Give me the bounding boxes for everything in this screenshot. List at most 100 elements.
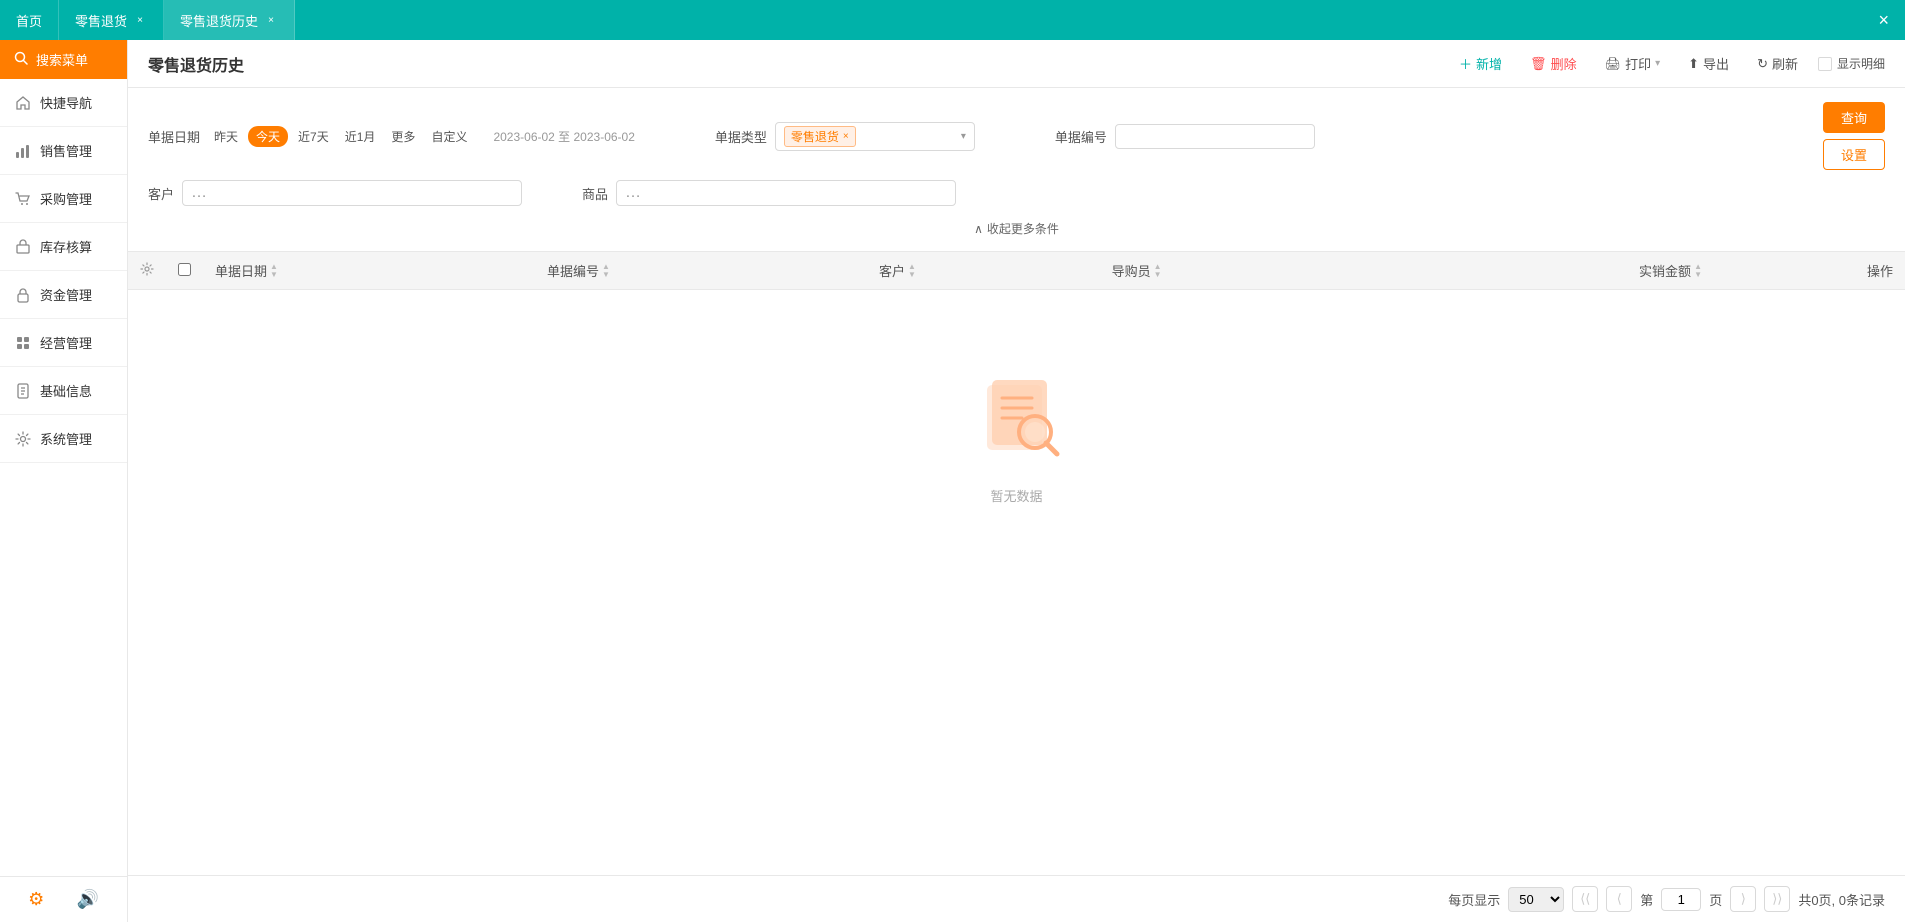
- page-size-select[interactable]: 50 10 20 100: [1508, 887, 1564, 912]
- tab-home[interactable]: 首页: [0, 0, 59, 40]
- customer-select[interactable]: …: [182, 180, 522, 206]
- sidebar: 搜索菜单 快捷导航 销售管理: [0, 40, 128, 922]
- date-btn-more[interactable]: 更多: [385, 126, 421, 147]
- number-input[interactable]: [1115, 124, 1315, 149]
- sidebar-item-finance-label: 资金管理: [40, 285, 92, 304]
- page-number-input[interactable]: [1661, 888, 1701, 911]
- tab-retail-return-history-close[interactable]: ×: [264, 13, 278, 27]
- date-buttons: 昨天 今天 近7天 近1月 更多 自定义: [208, 126, 473, 147]
- sidebar-search[interactable]: 搜索菜单: [0, 40, 127, 79]
- number-label: 单据编号: [1055, 127, 1107, 146]
- date-btn-yesterday[interactable]: 昨天: [208, 126, 244, 147]
- tab-retail-return[interactable]: 零售退货 ×: [59, 0, 164, 40]
- sidebar-item-quick-nav[interactable]: 快捷导航: [0, 79, 127, 127]
- th-number[interactable]: 单据编号 ▲▼: [535, 252, 867, 290]
- refresh-button[interactable]: ↻ 刷新: [1749, 50, 1806, 77]
- empty-text: 暂无数据: [990, 486, 1042, 505]
- type-tag: 零售退货 ×: [784, 126, 856, 147]
- tab-list: 首页 零售退货 × 零售退货历史 ×: [0, 0, 1862, 40]
- search-icon: [14, 51, 28, 68]
- sidebar-item-system[interactable]: 系统管理: [0, 415, 127, 463]
- sort-guide[interactable]: 导购员 ▲▼: [1112, 261, 1162, 280]
- sidebar-item-inventory[interactable]: 库存核算: [0, 223, 127, 271]
- tab-retail-return-label: 零售退货: [75, 11, 127, 30]
- th-customer[interactable]: 客户 ▲▼: [867, 252, 1100, 290]
- collapse-icon: ∧: [974, 222, 983, 236]
- select-all-checkbox[interactable]: [178, 263, 191, 276]
- sidebar-item-sales[interactable]: 销售管理: [0, 127, 127, 175]
- date-btn-7days[interactable]: 近7天: [292, 126, 335, 147]
- goods-filter-group: 商品 …: [582, 180, 956, 206]
- goods-label: 商品: [582, 184, 608, 203]
- goods-dots: …: [625, 184, 641, 202]
- table-wrapper: 单据日期 ▲▼ 单据编号 ▲▼ 客户: [128, 252, 1905, 875]
- window-close-button[interactable]: ×: [1862, 10, 1905, 31]
- date-btn-custom[interactable]: 自定义: [425, 126, 473, 147]
- export-button[interactable]: ⬆ 导出: [1680, 50, 1737, 77]
- sidebar-item-purchase[interactable]: 采购管理: [0, 175, 127, 223]
- date-btn-1month[interactable]: 近1月: [339, 126, 382, 147]
- filter-area: 单据日期 昨天 今天 近7天 近1月 更多 自定义 2023-06-02 至 2…: [128, 88, 1905, 252]
- delete-button[interactable]: 🗑 删除: [1522, 50, 1585, 77]
- lock-icon: [14, 286, 32, 304]
- date-range-display: 2023-06-02 至 2023-06-02: [493, 128, 634, 145]
- display-checkbox[interactable]: [1818, 57, 1832, 71]
- th-amount[interactable]: 实销金额 ▲▼: [1382, 252, 1714, 290]
- customer-label: 客户: [148, 184, 174, 203]
- new-button[interactable]: ＋ + 新增 新增: [1451, 50, 1510, 77]
- total-label: 共0页, 0条记录: [1798, 890, 1885, 909]
- date-label: 单据日期: [148, 127, 200, 146]
- query-button[interactable]: 查询: [1823, 102, 1885, 133]
- next-page-button[interactable]: ⟩: [1730, 886, 1756, 912]
- sidebar-item-basic-info[interactable]: 基础信息: [0, 367, 127, 415]
- refresh-icon: ↻: [1757, 56, 1768, 72]
- sidebar-item-basic-info-label: 基础信息: [40, 381, 92, 400]
- type-tag-close[interactable]: ×: [843, 131, 849, 142]
- table-header-row: 单据日期 ▲▼ 单据编号 ▲▼ 客户: [128, 252, 1905, 290]
- th-action: 操作: [1714, 252, 1905, 290]
- sort-arrows-amount: ▲▼: [1694, 263, 1702, 279]
- page-label-pre: 第: [1640, 890, 1653, 909]
- volume-icon[interactable]: 🔊: [76, 889, 98, 910]
- sidebar-item-operations[interactable]: 经营管理: [0, 319, 127, 367]
- th-date[interactable]: 单据日期 ▲▼: [203, 252, 535, 290]
- box-icon: [14, 238, 32, 256]
- header-actions: ＋ + 新增 新增 🗑 删除 🖨 打印 ▾ ⬆ 导出: [1451, 50, 1885, 77]
- home-icon: [14, 94, 32, 112]
- plus-icon: ＋: [1459, 54, 1472, 73]
- display-toggle[interactable]: 显示明细: [1818, 55, 1885, 72]
- th-guide[interactable]: 导购员 ▲▼: [1100, 252, 1382, 290]
- prev-page-button[interactable]: ⟨: [1606, 886, 1632, 912]
- cart-icon: [14, 190, 32, 208]
- tab-retail-return-close[interactable]: ×: [133, 13, 147, 27]
- sort-customer[interactable]: 客户 ▲▼: [879, 261, 916, 280]
- filter-row-2: 客户 … 商品 …: [148, 180, 1885, 206]
- last-page-button[interactable]: ⟩⟩: [1764, 886, 1790, 912]
- main-layout: 搜索菜单 快捷导航 销售管理: [0, 40, 1905, 922]
- sort-date[interactable]: 单据日期 ▲▼: [215, 261, 278, 280]
- export-icon: ⬆: [1688, 56, 1699, 72]
- settings-button[interactable]: 设置: [1823, 139, 1885, 170]
- sort-amount[interactable]: 实销金额 ▲▼: [1639, 261, 1702, 280]
- main-content: 零售退货历史 ＋ + 新增 新增 🗑 删除 🖨 打印 ▾ ⬆: [128, 40, 1905, 922]
- gear-icon: [14, 430, 32, 448]
- sidebar-search-label: 搜索菜单: [36, 50, 88, 69]
- sort-arrows-guide: ▲▼: [1154, 263, 1162, 279]
- date-filter-group: 单据日期 昨天 今天 近7天 近1月 更多 自定义: [148, 126, 473, 147]
- settings-icon[interactable]: ⚙: [28, 889, 44, 910]
- type-select[interactable]: 零售退货 × ▾: [775, 122, 975, 151]
- sort-number[interactable]: 单据编号 ▲▼: [547, 261, 610, 280]
- collapse-bar[interactable]: ∧ 收起更多条件: [148, 216, 1885, 243]
- goods-select[interactable]: …: [616, 180, 956, 206]
- page-title: 零售退货历史: [148, 52, 244, 76]
- date-btn-today[interactable]: 今天: [248, 126, 288, 147]
- sidebar-item-quick-nav-label: 快捷导航: [40, 93, 92, 112]
- customer-filter-group: 客户 …: [148, 180, 522, 206]
- th-checkbox[interactable]: [166, 252, 203, 290]
- tab-retail-return-history[interactable]: 零售退货历史 ×: [164, 0, 295, 40]
- sidebar-item-finance[interactable]: 资金管理: [0, 271, 127, 319]
- print-button[interactable]: 🖨 打印 ▾: [1597, 50, 1669, 77]
- first-page-button[interactable]: ⟨⟨: [1572, 886, 1598, 912]
- th-settings[interactable]: [128, 252, 166, 290]
- sidebar-item-system-label: 系统管理: [40, 429, 92, 448]
